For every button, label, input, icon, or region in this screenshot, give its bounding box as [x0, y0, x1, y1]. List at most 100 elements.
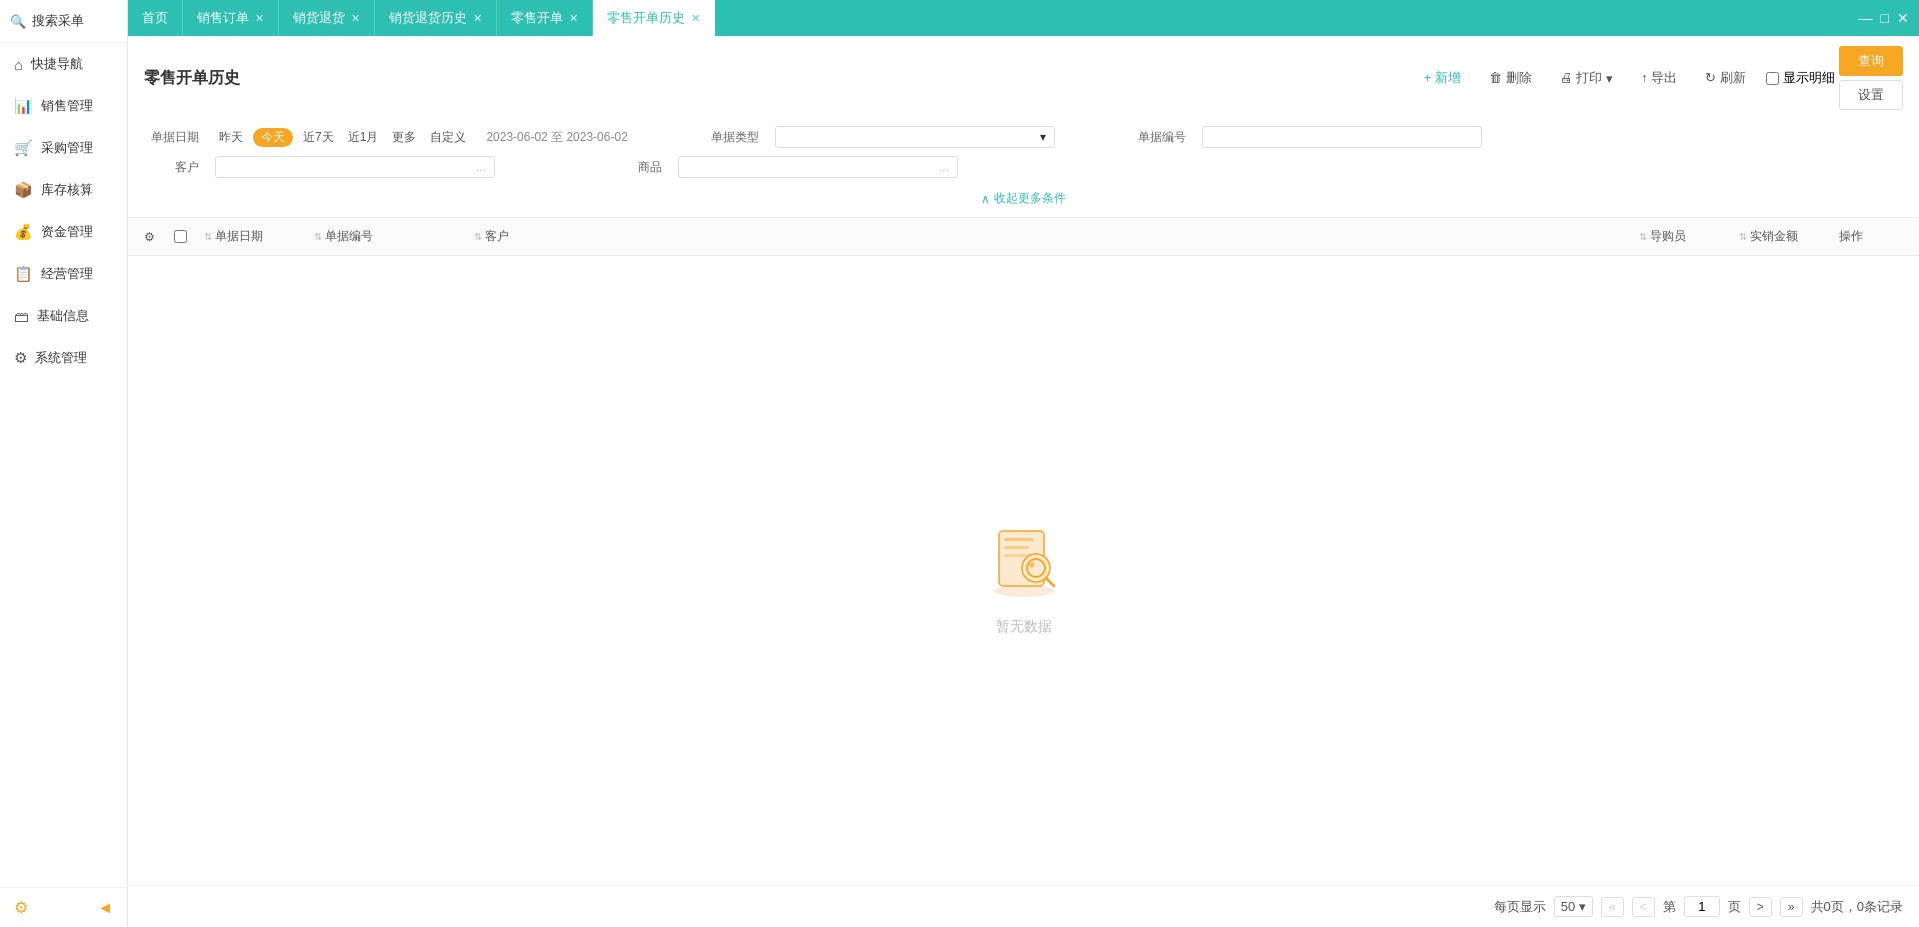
sidebar-item-system[interactable]: ⚙ 系统管理 [0, 337, 127, 379]
sidebar-item-quick-nav[interactable]: ⌂ 快捷导航 [0, 43, 127, 85]
goods-filter-input[interactable]: ... [678, 156, 958, 178]
shortcut-1month[interactable]: 近1月 [344, 128, 383, 147]
prev-page-btn[interactable]: < [1632, 897, 1655, 917]
select-all-checkbox[interactable] [174, 230, 187, 243]
add-button[interactable]: + 新增 [1416, 65, 1469, 91]
number-filter-input[interactable] [1202, 126, 1482, 148]
table-settings-icon: ⚙ [144, 230, 155, 244]
customer-ellipsis-icon: ... [476, 160, 486, 174]
table-col-amount[interactable]: ⇅ 实销金额 [1731, 228, 1831, 245]
page-title-row: 零售开单历史 + 新增 🗑 删除 🖨 打印 ▾ [144, 46, 1903, 118]
sidebar-item-label: 采购管理 [41, 139, 93, 157]
refresh-button[interactable]: ↻ 刷新 [1697, 65, 1754, 91]
toolbar-right-buttons: 查询 设置 [1839, 46, 1903, 110]
sidebar-item-operations[interactable]: 📋 经营管理 [0, 253, 127, 295]
query-button[interactable]: 查询 [1839, 46, 1903, 76]
shortcut-yesterday[interactable]: 昨天 [215, 128, 247, 147]
tab-retail-history-close[interactable]: ✕ [691, 12, 700, 25]
empty-state: 暂无数据 [128, 256, 1919, 885]
delete-button[interactable]: 🗑 删除 [1481, 65, 1540, 91]
sidebar-search[interactable]: 🔍 搜索采单 [0, 0, 127, 43]
tab-sales-return-history[interactable]: 销货退货历史 ✕ [375, 0, 497, 36]
tab-sales-return-close[interactable]: ✕ [351, 12, 360, 25]
table-col-customer[interactable]: ⇅ 客户 [466, 228, 1631, 245]
tab-retail-history[interactable]: 零售开单历史 ✕ [593, 0, 715, 36]
display-detail-label: 显示明细 [1783, 69, 1835, 87]
type-filter-dropdown-icon: ▾ [1040, 130, 1046, 144]
svg-point-8 [1029, 562, 1034, 567]
display-detail-checkbox[interactable] [1766, 72, 1779, 85]
date-filter-label: 单据日期 [144, 129, 199, 146]
sidebar-nav: ⌂ 快捷导航 📊 销售管理 🛒 采购管理 📦 库存核算 💰 资金管理 📋 经营管… [0, 43, 127, 887]
sidebar-item-inventory[interactable]: 📦 库存核算 [0, 169, 127, 211]
shortcut-more[interactable]: 更多 [388, 128, 420, 147]
customer-filter-input[interactable]: ... [215, 156, 495, 178]
table-settings-btn[interactable]: ⚙ [136, 230, 166, 244]
window-maximize-btn[interactable]: □ [1881, 10, 1889, 26]
add-label: + 新增 [1424, 69, 1461, 87]
settings-footer-icon[interactable]: ⚙ [14, 898, 28, 917]
sidebar-item-label: 快捷导航 [31, 55, 83, 73]
settings-button[interactable]: 设置 [1839, 80, 1903, 110]
pagination: 每页显示 50 ▾ « < 第 页 > » 共0页，0条记录 [128, 885, 1919, 927]
sort-icon-guide: ⇅ [1639, 231, 1647, 242]
sidebar-item-label: 库存核算 [41, 181, 93, 199]
table-col-number[interactable]: ⇅ 单据编号 [306, 228, 466, 245]
first-page-btn[interactable]: « [1601, 897, 1624, 917]
print-dropdown-icon[interactable]: ▾ [1606, 71, 1613, 86]
chart-icon: 📊 [14, 97, 33, 115]
table-header-checkbox[interactable] [166, 230, 196, 243]
tab-sales-return-label: 销货退货 [293, 9, 345, 27]
box-icon: 📦 [14, 181, 33, 199]
export-button[interactable]: ↑ 导出 [1633, 65, 1685, 91]
money-icon: 💰 [14, 223, 33, 241]
customer-filter-label: 客户 [144, 159, 199, 176]
page-number-input[interactable] [1684, 896, 1720, 917]
tab-retail-open-close[interactable]: ✕ [569, 12, 578, 25]
delete-label: 🗑 删除 [1489, 69, 1532, 87]
sidebar-item-sales-mgmt[interactable]: 📊 销售管理 [0, 85, 127, 127]
sidebar-search-label: 搜索采单 [32, 12, 84, 30]
col-date-label: 单据日期 [215, 228, 263, 245]
display-detail-toggle[interactable]: 显示明细 [1766, 69, 1835, 87]
tab-sales-return-history-close[interactable]: ✕ [473, 12, 482, 25]
type-filter-select[interactable]: ▾ [775, 126, 1055, 148]
shortcut-custom[interactable]: 自定义 [426, 128, 470, 147]
tab-sales-return[interactable]: 销货退货 ✕ [279, 0, 375, 36]
svg-rect-2 [1004, 538, 1034, 541]
filter-row-1: 单据日期 昨天 今天 近7天 近1月 更多 自定义 2023-06-02 至 2… [144, 126, 1903, 148]
export-label: ↑ 导出 [1641, 69, 1677, 87]
tab-sales-order-close[interactable]: ✕ [255, 12, 264, 25]
collapse-sidebar-icon[interactable]: ◄ [97, 899, 113, 917]
empty-text: 暂无数据 [996, 618, 1052, 636]
window-minimize-btn[interactable]: — [1859, 10, 1873, 26]
shortcut-today[interactable]: 今天 [253, 128, 293, 147]
tab-sales-order[interactable]: 销售订单 ✕ [183, 0, 279, 36]
sidebar-item-finance[interactable]: 💰 资金管理 [0, 211, 127, 253]
clipboard-icon: 📋 [14, 265, 33, 283]
col-number-label: 单据编号 [325, 228, 373, 245]
table-col-guide[interactable]: ⇅ 导购员 [1631, 228, 1731, 245]
date-shortcuts: 昨天 今天 近7天 近1月 更多 自定义 [215, 128, 470, 147]
type-filter-label: 单据类型 [704, 129, 759, 146]
table-col-date[interactable]: ⇅ 单据日期 [196, 228, 306, 245]
sidebar-footer: ⚙ ◄ [0, 887, 127, 927]
page-header: 零售开单历史 + 新增 🗑 删除 🖨 打印 ▾ [128, 36, 1919, 218]
shortcut-7days[interactable]: 近7天 [299, 128, 338, 147]
window-close-btn[interactable]: ✕ [1897, 10, 1909, 26]
total-info: 共0页，0条记录 [1811, 898, 1903, 916]
collapse-filter-btn[interactable]: ∧ 收起更多条件 [144, 186, 1903, 213]
tab-sales-return-history-label: 销货退货历史 [389, 9, 467, 27]
sidebar-item-purchase-mgmt[interactable]: 🛒 采购管理 [0, 127, 127, 169]
print-button[interactable]: 🖨 打印 ▾ [1552, 65, 1622, 91]
last-page-btn[interactable]: » [1780, 897, 1803, 917]
per-page-label: 每页显示 [1494, 898, 1546, 916]
page-label-pre: 第 [1663, 898, 1676, 916]
tab-home[interactable]: 首页 [128, 0, 183, 36]
tab-bar-right: — □ ✕ [1859, 10, 1919, 26]
sidebar-item-basic-info[interactable]: 🗃 基础信息 [0, 295, 127, 337]
per-page-select[interactable]: 50 ▾ [1554, 896, 1593, 917]
tab-retail-open[interactable]: 零售开单 ✕ [497, 0, 593, 36]
tab-retail-open-label: 零售开单 [511, 9, 563, 27]
next-page-btn[interactable]: > [1749, 897, 1772, 917]
